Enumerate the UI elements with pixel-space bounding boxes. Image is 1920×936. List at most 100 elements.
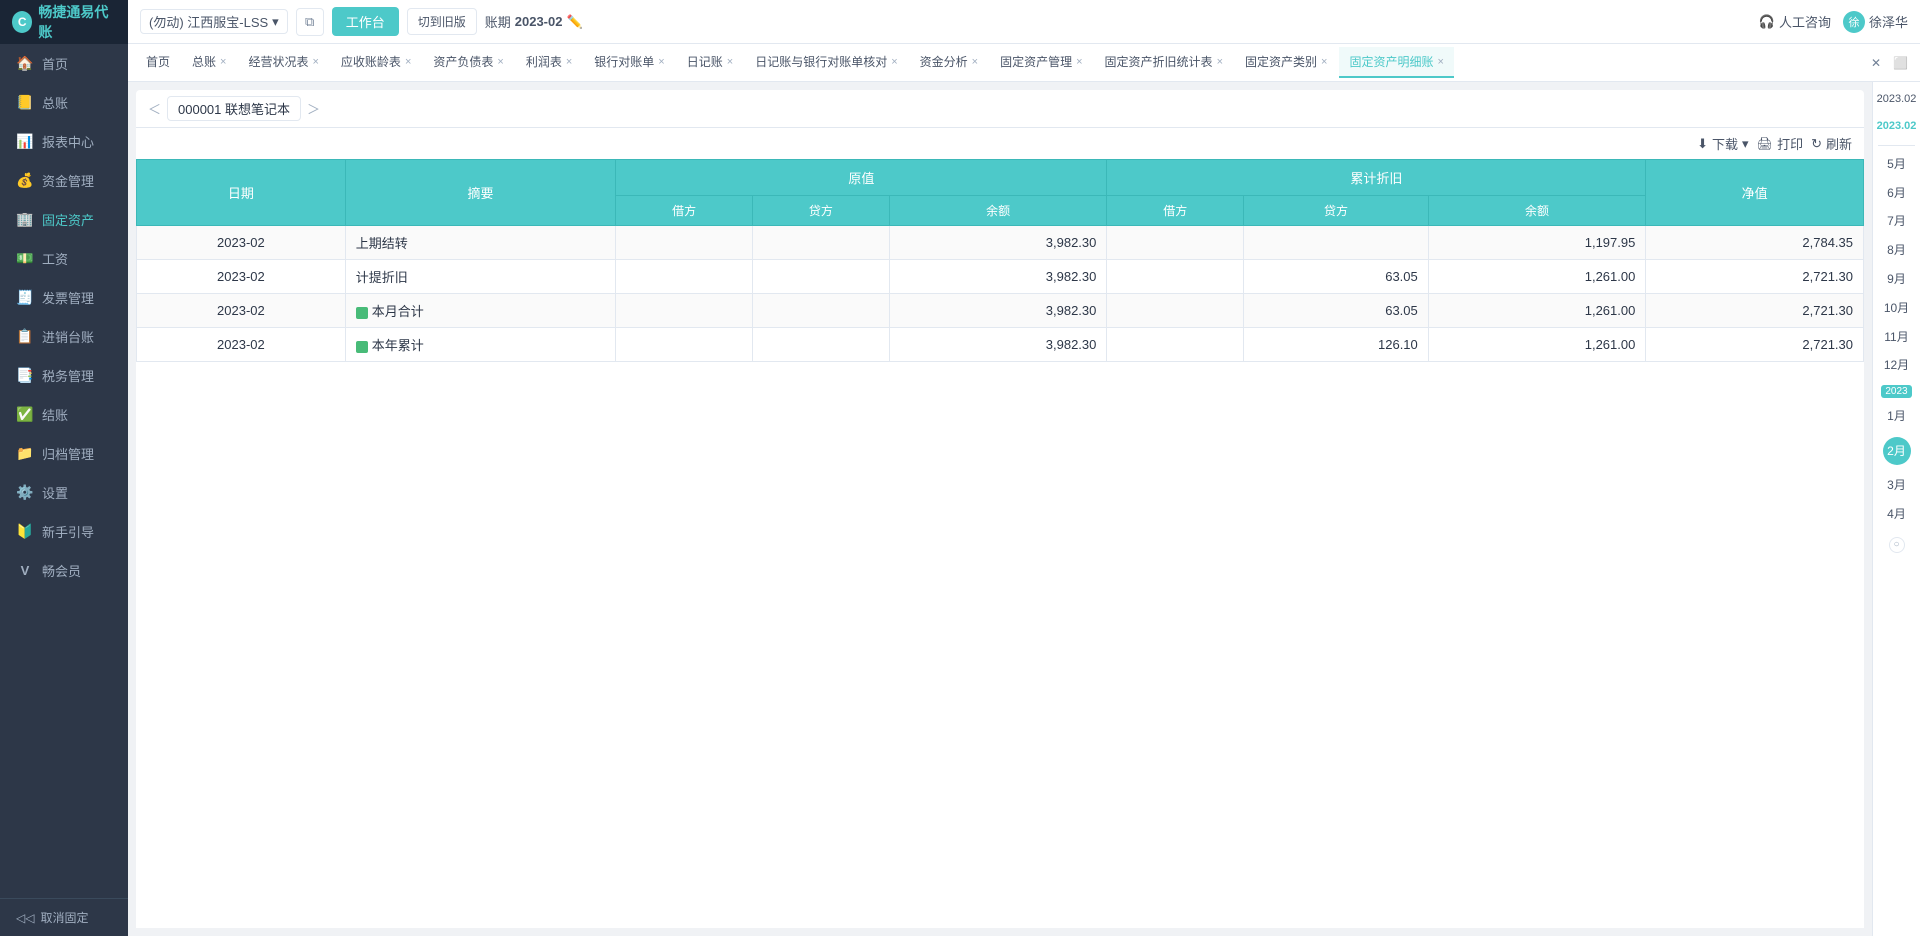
tab-fixed-assets-detail[interactable]: 固定资产明细账 × [1339, 47, 1453, 78]
topbar: (勿动) 江西服宝-LSS ▾ ⧉ 工作台 切到旧版 账期 2023-02 ✏️… [128, 0, 1920, 44]
tab-close-business-status[interactable]: × [312, 56, 318, 68]
month-2-active[interactable]: 2月 [1883, 437, 1911, 465]
sidebar-item-funds[interactable]: 💰 资金管理 [0, 161, 128, 200]
copy-button[interactable]: ⧉ [296, 8, 324, 36]
cell-summary: 计提折旧 [345, 260, 615, 294]
tab-fund-analysis[interactable]: 资金分析 × [910, 47, 988, 78]
sidebar-item-payroll[interactable]: 💵 工资 [0, 239, 128, 278]
sidebar-item-invoice[interactable]: 🧾 发票管理 [0, 278, 128, 317]
tab-bank-statement[interactable]: 银行对账单 × [584, 47, 674, 78]
asset-tag[interactable]: 000001 联想笔记本 [167, 96, 301, 121]
tab-close-fixed-assets-detail[interactable]: × [1437, 56, 1443, 68]
switch-version-button[interactable]: 切到旧版 [407, 8, 477, 35]
close-all-tabs-button[interactable]: ✕ [1867, 52, 1885, 74]
period-2023-02-top[interactable]: 2023.02 [1873, 86, 1920, 113]
month-3[interactable]: 3月 [1873, 471, 1920, 500]
tab-receivable-aging[interactable]: 应收账龄表 × [331, 47, 421, 78]
tab-close-balance-sheet[interactable]: × [497, 56, 503, 68]
tab-home[interactable]: 首页 [136, 47, 180, 78]
sidebar-item-tax[interactable]: 📑 税务管理 [0, 356, 128, 395]
month-5[interactable]: 5月 [1873, 150, 1920, 179]
period-2023-02-current[interactable]: 2023.02 [1873, 113, 1920, 140]
tab-depreciation-stats[interactable]: 固定资产折旧统计表 × [1095, 47, 1233, 78]
more-dot[interactable]: ○ [1889, 537, 1905, 553]
tab-close-ledger[interactable]: × [220, 56, 226, 68]
cell-dep-debit [1107, 260, 1244, 294]
refresh-button[interactable]: ↻ 刷新 [1811, 134, 1852, 153]
active-month-2-container[interactable]: 2月 [1883, 431, 1911, 471]
sidebar-item-archive[interactable]: 📁 归档管理 [0, 434, 128, 473]
nav-back-arrow[interactable]: ＜ [148, 99, 161, 118]
sidebar-item-fixed-assets[interactable]: 🏢 固定资产 [0, 200, 128, 239]
tab-journal[interactable]: 日记账 × [677, 47, 743, 78]
month-4[interactable]: 4月 [1873, 500, 1920, 529]
cell-ov-debit [616, 260, 753, 294]
service-button[interactable]: 🎧 人工咨询 [1759, 12, 1831, 31]
month-10[interactable]: 10月 [1873, 294, 1920, 323]
print-button[interactable]: 🖨 打印 [1757, 134, 1804, 153]
tab-close-fixed-assets-category[interactable]: × [1321, 56, 1327, 68]
tab-close-profit[interactable]: × [566, 56, 572, 68]
tab-close-journal[interactable]: × [727, 56, 733, 68]
detail-table: 日期 摘要 原值 累计折旧 净值 借方 贷方 余额 借方 贷方 余额 [136, 159, 1864, 362]
col-accumulated-dep: 累计折旧 [1107, 160, 1646, 196]
tab-profit[interactable]: 利润表 × [516, 47, 582, 78]
nav-forward-arrow[interactable]: ＞ [307, 99, 320, 118]
download-button[interactable]: ⬇ 下载 ▾ [1697, 134, 1748, 153]
cell-summary: 本年累计 [345, 328, 615, 362]
sidebar-item-ledger[interactable]: 📒 总账 [0, 83, 128, 122]
app-name: 畅捷通易代账 [38, 2, 116, 42]
col-ov-balance: 余额 [889, 196, 1107, 226]
content-area: ＜ 000001 联想笔记本 ＞ ⬇ 下载 ▾ 🖨 打印 [128, 82, 1920, 936]
invoice-icon: 🧾 [16, 289, 34, 306]
sidebar-item-home[interactable]: 🏠 首页 [0, 44, 128, 83]
month-1[interactable]: 1月 [1873, 402, 1920, 431]
cell-dep-balance: 1,261.00 [1428, 294, 1646, 328]
tab-close-journal-bank-verify[interactable]: × [891, 56, 897, 68]
workbench-button[interactable]: 工作台 [332, 7, 399, 36]
month-6[interactable]: 6月 [1873, 179, 1920, 208]
cell-ov-balance: 3,982.30 [889, 226, 1107, 260]
cell-ov-balance: 3,982.30 [889, 328, 1107, 362]
month-11[interactable]: 11月 [1873, 323, 1920, 352]
cell-net-value: 2,784.35 [1646, 226, 1864, 260]
logo-icon: C [12, 11, 32, 33]
topbar-right: 🎧 人工咨询 徐 徐泽华 [1759, 11, 1908, 33]
tab-business-status[interactable]: 经营状况表 × [238, 47, 328, 78]
cell-dep-credit: 126.10 [1244, 328, 1429, 362]
sidebar-item-settings[interactable]: ⚙️ 设置 [0, 473, 128, 512]
tab-close-bank-statement[interactable]: × [658, 56, 664, 68]
sidebar-item-guide[interactable]: 🔰 新手引导 [0, 512, 128, 551]
user-menu[interactable]: 徐 徐泽华 [1843, 11, 1908, 33]
sidebar-item-reports[interactable]: 📊 报表中心 [0, 122, 128, 161]
sidebar-item-settlement[interactable]: ✅ 结账 [0, 395, 128, 434]
sidebar-item-purchase-sales[interactable]: 📋 进销台账 [0, 317, 128, 356]
tab-fixed-assets-mgmt[interactable]: 固定资产管理 × [990, 47, 1092, 78]
period-edit-icon[interactable]: ✏️ [566, 14, 582, 30]
tab-close-receivable-aging[interactable]: × [405, 56, 411, 68]
company-selector[interactable]: (勿动) 江西服宝-LSS ▾ [140, 9, 288, 34]
tab-journal-bank-verify[interactable]: 日记账与银行对账单核对 × [745, 47, 907, 78]
month-7[interactable]: 7月 [1873, 207, 1920, 236]
payroll-icon: 💵 [16, 250, 34, 267]
tab-ledger[interactable]: 总账 × [182, 47, 236, 78]
period-display: 账期 2023-02 ✏️ [485, 12, 583, 31]
tab-balance-sheet[interactable]: 资产负债表 × [423, 47, 513, 78]
vip-icon: V [16, 563, 34, 578]
tab-fixed-assets-category[interactable]: 固定资产类别 × [1235, 47, 1337, 78]
download-icon: ⬇ [1697, 136, 1708, 152]
month-8[interactable]: 8月 [1873, 236, 1920, 265]
month-12[interactable]: 12月 [1873, 351, 1920, 380]
tab-close-depreciation-stats[interactable]: × [1217, 56, 1223, 68]
col-dep-debit: 借方 [1107, 196, 1244, 226]
tab-close-fixed-assets-mgmt[interactable]: × [1076, 56, 1082, 68]
month-9[interactable]: 9月 [1873, 265, 1920, 294]
maximize-button[interactable]: ⬜ [1889, 52, 1912, 74]
tab-close-fund-analysis[interactable]: × [972, 56, 978, 68]
unpin-button[interactable]: ◁◁ 取消固定 [0, 898, 128, 936]
headset-icon: 🎧 [1759, 14, 1775, 30]
company-name: (勿动) 江西服宝-LSS [149, 12, 268, 31]
purchase-sales-icon: 📋 [16, 328, 34, 345]
sidebar: C 畅捷通易代账 🏠 首页 📒 总账 📊 报表中心 💰 资金管理 🏢 固定资产 … [0, 0, 128, 936]
sidebar-item-vip[interactable]: V 畅会员 [0, 551, 128, 590]
